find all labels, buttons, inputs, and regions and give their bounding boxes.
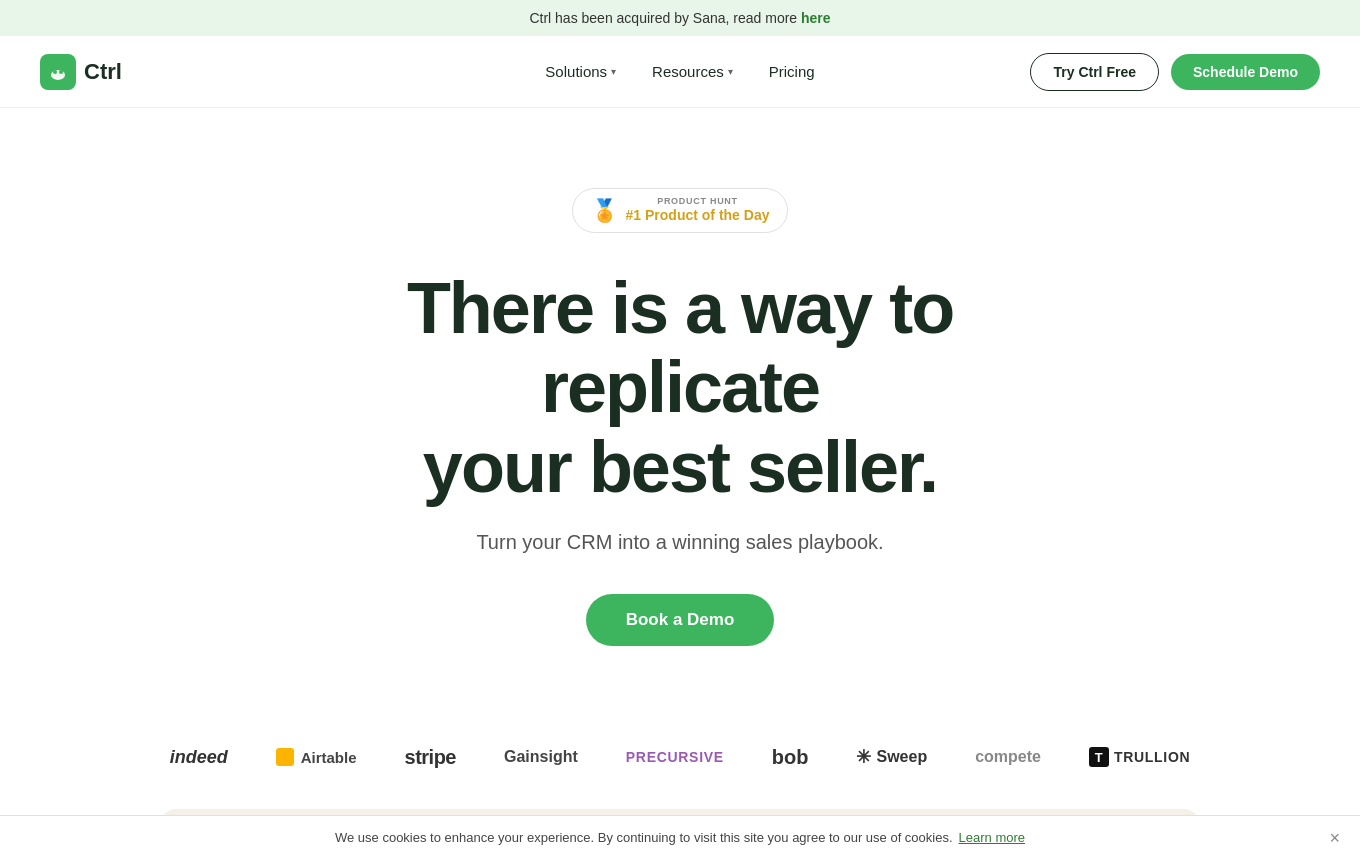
logos-section: indeed Airtable stripe Gainsight PRECURS… — [0, 706, 1360, 809]
hero-heading: There is a way to replicate your best se… — [300, 269, 1060, 507]
sweep-asterisk-icon: ✳ — [856, 746, 871, 768]
logo-airtable: Airtable — [276, 748, 357, 766]
nav-actions: Try Ctrl Free Schedule Demo — [1030, 53, 1320, 91]
try-free-button[interactable]: Try Ctrl Free — [1030, 53, 1158, 91]
logo-trullion: T TRULLION — [1089, 747, 1190, 767]
nav-links: Solutions ▾ Resources ▾ Pricing — [531, 55, 828, 88]
airtable-icon — [276, 748, 294, 766]
top-banner: Ctrl has been acquired by Sana, read mor… — [0, 0, 1360, 36]
svg-point-1 — [53, 70, 57, 74]
hero-section: 🏅 PRODUCT HUNT #1 Product of the Day The… — [0, 108, 1360, 706]
logo-text: Ctrl — [84, 59, 122, 85]
cookie-text: We use cookies to enhance your experienc… — [335, 830, 953, 845]
logo-stripe: stripe — [405, 746, 456, 769]
logo-indeed: indeed — [170, 747, 228, 768]
badge-medal-icon: 🏅 — [591, 198, 618, 224]
product-hunt-badge[interactable]: 🏅 PRODUCT HUNT #1 Product of the Day — [572, 188, 789, 233]
logo-precursive: PRECURSIVE — [626, 749, 724, 765]
nav-solutions[interactable]: Solutions ▾ — [531, 55, 630, 88]
resources-chevron-icon: ▾ — [728, 66, 733, 77]
nav-resources[interactable]: Resources ▾ — [638, 55, 747, 88]
svg-point-2 — [59, 70, 63, 74]
badge-content: PRODUCT HUNT #1 Product of the Day — [626, 197, 770, 224]
logo[interactable]: Ctrl — [40, 54, 122, 90]
banner-text: Ctrl has been acquired by Sana, read mor… — [529, 10, 797, 26]
navbar: Ctrl Solutions ▾ Resources ▾ Pricing Try… — [0, 36, 1360, 108]
cookie-banner: We use cookies to enhance your experienc… — [0, 815, 1360, 859]
cookie-close-button[interactable]: × — [1329, 827, 1340, 848]
logo-sweep: ✳ Sweep — [856, 746, 927, 768]
logo-compete: compete — [975, 748, 1041, 766]
schedule-demo-button[interactable]: Schedule Demo — [1171, 54, 1320, 90]
nav-pricing[interactable]: Pricing — [755, 55, 829, 88]
logo-bob: bob — [772, 746, 809, 769]
logo-gainsight: Gainsight — [504, 748, 578, 766]
logo-icon — [40, 54, 76, 90]
hero-subtext: Turn your CRM into a winning sales playb… — [40, 531, 1320, 554]
cookie-learn-more[interactable]: Learn more — [959, 830, 1025, 845]
banner-link[interactable]: here — [801, 10, 831, 26]
trullion-t-icon: T — [1089, 747, 1109, 767]
book-demo-button[interactable]: Book a Demo — [586, 594, 775, 646]
solutions-chevron-icon: ▾ — [611, 66, 616, 77]
